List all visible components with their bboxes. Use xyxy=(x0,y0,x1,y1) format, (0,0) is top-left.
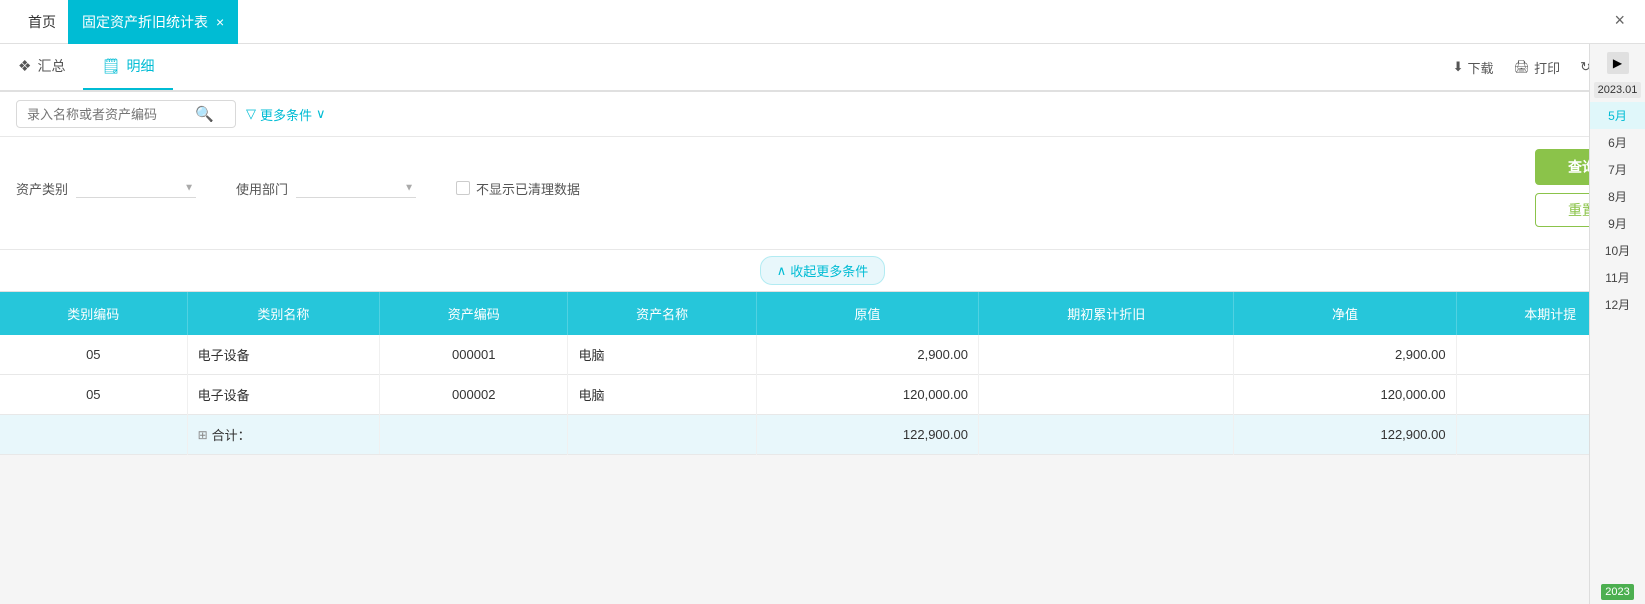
total-empty-1 xyxy=(0,415,187,455)
print-label: 打印 xyxy=(1534,58,1560,77)
cell-accum-depreciation-2 xyxy=(978,375,1233,415)
date-label[interactable]: 2023.01 xyxy=(1594,82,1642,98)
search-bar: 🔍 ▽ 更多条件 ∨ ▶ 2023.01 5月 6月 7月 8月 9月 10月 … xyxy=(0,92,1645,137)
cell-asset-code-2: 000002 xyxy=(380,375,568,415)
collapse-bar: ∧ 收起更多条件 xyxy=(0,250,1645,292)
cell-asset-code-1: 000001 xyxy=(380,335,568,375)
download-button[interactable]: ⬇ 下载 xyxy=(1453,58,1494,77)
download-icon: ⬇ xyxy=(1453,59,1464,75)
cell-net-value-2: 120,000.00 xyxy=(1234,375,1456,415)
month-12[interactable]: 12月 xyxy=(1590,291,1645,318)
collapse-button[interactable]: ∧ 收起更多条件 xyxy=(760,256,886,285)
month-6[interactable]: 6月 xyxy=(1590,129,1645,156)
cell-cat-code-1: 05 xyxy=(0,335,187,375)
side-panel: ▶ 2023.01 5月 6月 7月 8月 9月 10月 11月 12月 202… xyxy=(1589,44,1645,604)
total-accum-depreciation xyxy=(978,415,1233,455)
month-5[interactable]: 5月 xyxy=(1590,102,1645,129)
asset-category-select-wrap: ▼ xyxy=(76,178,196,198)
collapse-up-icon: ∧ xyxy=(777,263,787,279)
tab-summary[interactable]: ❖ 汇总 xyxy=(0,44,83,90)
tab-summary-label: 汇总 xyxy=(37,56,65,76)
more-filter-button[interactable]: ▽ 更多条件 ∨ xyxy=(246,105,326,124)
col-header-asset-code: 资产编码 xyxy=(380,292,568,335)
cell-original-value-1: 2,900.00 xyxy=(756,335,978,375)
year-badge[interactable]: 2023 xyxy=(1601,584,1633,600)
col-header-accum-depreciation: 期初累计折旧 xyxy=(978,292,1233,335)
use-dept-select-wrap: ▼ xyxy=(296,178,416,198)
summary-icon: ❖ xyxy=(18,57,31,75)
filter-icon: ▽ xyxy=(246,106,256,122)
table-body: 05 电子设备 000001 电脑 2,900.00 2,900.00 05 电… xyxy=(0,335,1645,455)
total-empty-3 xyxy=(568,415,756,455)
active-tab[interactable]: 固定资产折旧统计表 × xyxy=(68,0,238,44)
search-input[interactable] xyxy=(27,107,187,122)
tab-toolbar-bar: ❖ 汇总 🗒 明细 ⬇ 下载 🖨 打印 ↻ 刷新 xyxy=(0,44,1645,92)
more-filter-label: 更多条件 xyxy=(260,105,312,124)
use-dept-select[interactable] xyxy=(296,178,416,198)
total-label-cell: ⊞ 合计： xyxy=(188,415,380,454)
cell-asset-name-2: 电脑 xyxy=(568,375,756,415)
table-header: 类别编码 类别名称 资产编码 资产名称 原值 期初累计折旧 净值 本期计提 xyxy=(0,292,1645,335)
asset-category-group: 资产类别 ▼ xyxy=(16,178,196,198)
total-label: 合计： xyxy=(212,425,251,444)
data-table-wrap: 类别编码 类别名称 资产编码 资产名称 原值 期初累计折旧 净值 本期计提 05… xyxy=(0,292,1645,455)
detail-icon: 🗒 xyxy=(101,57,120,75)
month-10[interactable]: 10月 xyxy=(1590,237,1645,264)
cell-accum-depreciation-1 xyxy=(978,335,1233,375)
collapse-label: 收起更多条件 xyxy=(790,261,868,280)
download-label: 下载 xyxy=(1468,58,1494,77)
filter-section: 资产类别 ▼ 使用部门 ▼ 不显示已清理数据 查询 重置 xyxy=(0,137,1645,250)
side-nav-arrow-up[interactable]: ▶ xyxy=(1607,52,1629,74)
month-11[interactable]: 11月 xyxy=(1590,264,1645,291)
col-header-net-value: 净值 xyxy=(1234,292,1456,335)
table-row: 05 电子设备 000001 电脑 2,900.00 2,900.00 xyxy=(0,335,1645,375)
cell-original-value-2: 120,000.00 xyxy=(756,375,978,415)
cell-net-value-1: 2,900.00 xyxy=(1234,335,1456,375)
total-original-value: 122,900.00 xyxy=(756,415,978,455)
use-dept-label: 使用部门 xyxy=(236,179,288,198)
col-header-asset-name: 资产名称 xyxy=(568,292,756,335)
data-table: 类别编码 类别名称 资产编码 资产名称 原值 期初累计折旧 净值 本期计提 05… xyxy=(0,292,1645,455)
chevron-down-icon: ∨ xyxy=(316,106,326,122)
month-8[interactable]: 8月 xyxy=(1590,183,1645,210)
search-input-wrap: 🔍 xyxy=(16,100,236,128)
home-link[interactable]: 首页 xyxy=(16,12,68,32)
cell-cat-name-1: 电子设备 xyxy=(187,335,379,375)
col-header-cat-name: 类别名称 xyxy=(187,292,379,335)
col-header-original-value: 原值 xyxy=(756,292,978,335)
total-empty-2 xyxy=(380,415,568,455)
window-close-icon[interactable]: × xyxy=(1614,10,1625,31)
hide-cleared-checkbox[interactable] xyxy=(456,181,470,195)
cell-cat-name-2: 电子设备 xyxy=(187,375,379,415)
table-row: 05 电子设备 000002 电脑 120,000.00 120,000.00 xyxy=(0,375,1645,415)
month-9[interactable]: 9月 xyxy=(1590,210,1645,237)
asset-category-label: 资产类别 xyxy=(16,179,68,198)
hide-cleared-label: 不显示已清理数据 xyxy=(476,179,580,198)
use-dept-group: 使用部门 ▼ xyxy=(236,178,416,198)
asset-category-select[interactable] xyxy=(76,178,196,198)
cell-cat-code-2: 05 xyxy=(0,375,187,415)
tab-detail-label: 明细 xyxy=(127,56,155,76)
tab-title: 固定资产折旧统计表 xyxy=(82,12,208,32)
cell-asset-name-1: 电脑 xyxy=(568,335,756,375)
col-header-cat-code: 类别编码 xyxy=(0,292,187,335)
top-nav: 首页 固定资产折旧统计表 × × xyxy=(0,0,1645,44)
filter-row: 资产类别 ▼ 使用部门 ▼ 不显示已清理数据 查询 重置 xyxy=(16,149,1629,227)
tab-close-icon[interactable]: × xyxy=(216,14,224,30)
month-7[interactable]: 7月 xyxy=(1590,156,1645,183)
search-icon[interactable]: 🔍 xyxy=(195,105,214,123)
print-button[interactable]: 🖨 打印 xyxy=(1514,58,1561,77)
tab-detail[interactable]: 🗒 明细 xyxy=(83,44,172,90)
total-net-value: 122,900.00 xyxy=(1234,415,1456,455)
total-icon: ⊞ xyxy=(198,428,208,442)
total-row: ⊞ 合计： 122,900.00 122,900.00 xyxy=(0,415,1645,455)
hide-cleared-group: 不显示已清理数据 xyxy=(456,179,580,198)
print-icon: 🖨 xyxy=(1514,59,1531,75)
